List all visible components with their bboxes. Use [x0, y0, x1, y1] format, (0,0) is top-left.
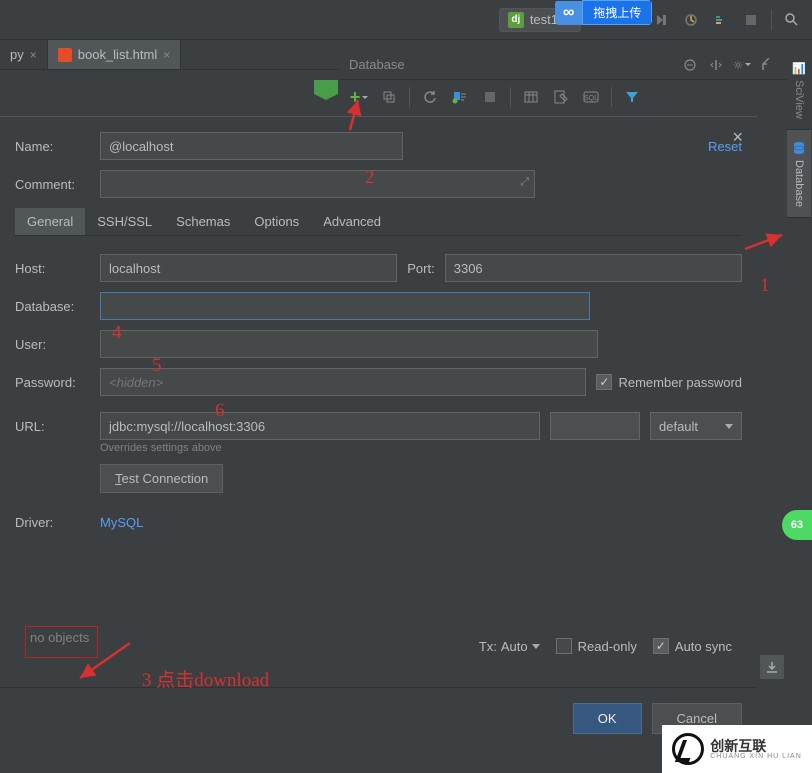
- test-connection-button[interactable]: Test Connection: [100, 464, 223, 493]
- query-button[interactable]: SQL: [581, 87, 601, 107]
- close-button[interactable]: ×: [732, 127, 743, 148]
- upload-badge: ∞ 拖拽上传: [555, 0, 652, 25]
- stop-button[interactable]: [741, 10, 761, 30]
- filter-button[interactable]: [622, 87, 642, 107]
- django-icon: dj: [508, 12, 524, 28]
- svg-text:SQL: SQL: [584, 95, 598, 102]
- comment-label: Comment:: [15, 177, 90, 192]
- url-type-select[interactable]: default: [650, 412, 742, 440]
- close-icon[interactable]: ×: [30, 48, 37, 62]
- green-badge: 63: [782, 510, 812, 540]
- database-tab[interactable]: Database: [787, 130, 811, 218]
- logo-subtext: CHUANG XIN HU LIAN: [710, 753, 802, 760]
- close-icon[interactable]: ×: [163, 48, 170, 62]
- port-label: Port:: [407, 261, 434, 276]
- duplicate-button[interactable]: [379, 87, 399, 107]
- table-view-button[interactable]: [521, 87, 541, 107]
- console-button[interactable]: [450, 87, 470, 107]
- checkbox-icon: [556, 638, 572, 654]
- tab-options[interactable]: Options: [242, 208, 311, 235]
- stop-db-button[interactable]: [480, 87, 500, 107]
- autosync-checkbox[interactable]: ✓ Auto sync: [653, 638, 732, 654]
- user-label: User:: [15, 337, 90, 352]
- search-button[interactable]: [782, 10, 802, 30]
- add-datasource-button[interactable]: +: [349, 87, 369, 107]
- remember-password-checkbox[interactable]: ✓ Remember password: [596, 374, 742, 390]
- autosync-label: Auto sync: [675, 639, 732, 654]
- collapse-icon[interactable]: [681, 56, 699, 74]
- password-label: Password:: [15, 375, 90, 390]
- chevron-down-icon: [532, 644, 540, 649]
- tab-html-name: book_list.html: [78, 47, 157, 62]
- html-icon: [58, 48, 72, 62]
- datasource-dialog: × Name: Reset Comment: ⤢ General SSH/SSL…: [0, 116, 757, 749]
- annotation-1: 1: [760, 275, 770, 297]
- coverage-button[interactable]: [651, 10, 671, 30]
- database-icon: [791, 140, 807, 156]
- database-input[interactable]: [100, 292, 590, 320]
- comment-input[interactable]: [100, 170, 535, 198]
- upload-badge-text: 拖拽上传: [582, 0, 652, 25]
- tab-py[interactable]: py ×: [0, 40, 48, 69]
- tab-general[interactable]: General: [15, 208, 85, 235]
- tab-ssh[interactable]: SSH/SSL: [85, 208, 164, 235]
- tab-schemas[interactable]: Schemas: [164, 208, 242, 235]
- url-extra-input[interactable]: [550, 412, 640, 440]
- host-label: Host:: [15, 261, 90, 276]
- dialog-tab-bar: General SSH/SSL Schemas Options Advanced: [15, 208, 742, 236]
- tab-py-suffix: py: [10, 47, 24, 62]
- chevron-down-icon: [725, 424, 733, 429]
- split-icon[interactable]: [707, 56, 725, 74]
- run-config-name: test1: [530, 12, 558, 27]
- sciview-icon: 📊: [791, 60, 807, 76]
- expand-icon[interactable]: ⤢: [520, 176, 529, 189]
- user-input[interactable]: [100, 330, 598, 358]
- ok-button[interactable]: OK: [573, 703, 642, 734]
- name-label: Name:: [15, 139, 90, 154]
- gear-icon[interactable]: [733, 56, 751, 74]
- tx-label: Tx:: [479, 639, 497, 654]
- hide-icon[interactable]: [759, 56, 777, 74]
- readonly-label: Read-only: [578, 639, 637, 654]
- no-objects-label: no objects: [25, 626, 98, 658]
- collapse-tool-icon[interactable]: [760, 655, 784, 679]
- remember-password-label: Remember password: [618, 375, 742, 390]
- database-label: Database:: [15, 299, 90, 314]
- tab-html[interactable]: book_list.html ×: [48, 40, 182, 69]
- database-panel-header: Database: [339, 50, 787, 80]
- url-hint: Overrides settings above: [100, 442, 742, 454]
- profile-button[interactable]: [681, 10, 701, 30]
- concurrent-button[interactable]: [711, 10, 731, 30]
- logo-icon: [672, 733, 704, 765]
- sciview-tab[interactable]: 📊 SciView: [787, 50, 811, 130]
- logo-text: 创新互联: [710, 739, 802, 753]
- readonly-checkbox[interactable]: Read-only: [556, 638, 637, 654]
- refresh-button[interactable]: [420, 87, 440, 107]
- port-input[interactable]: [445, 254, 742, 282]
- checkbox-icon: ✓: [653, 638, 669, 654]
- url-label: URL:: [15, 419, 90, 434]
- password-input[interactable]: [100, 368, 586, 396]
- database-panel-title: Database: [349, 57, 681, 72]
- infinity-icon: ∞: [555, 1, 582, 25]
- host-input[interactable]: [100, 254, 397, 282]
- driver-link[interactable]: MySQL: [100, 515, 143, 530]
- logo-watermark: 创新互联 CHUANG XIN HU LIAN: [662, 725, 812, 773]
- name-input[interactable]: [100, 132, 403, 160]
- right-tool-tabs: 📊 SciView Database: [787, 50, 812, 218]
- main-toolbar: dj test1: [0, 0, 812, 40]
- tab-advanced[interactable]: Advanced: [311, 208, 393, 235]
- gutter-indicator: [314, 80, 338, 100]
- checkbox-icon: ✓: [596, 374, 612, 390]
- driver-label: Driver:: [15, 515, 90, 530]
- url-input[interactable]: [100, 412, 540, 440]
- tx-select[interactable]: Auto: [501, 639, 540, 654]
- database-toolbar: + SQL: [339, 80, 787, 114]
- edit-button[interactable]: [551, 87, 571, 107]
